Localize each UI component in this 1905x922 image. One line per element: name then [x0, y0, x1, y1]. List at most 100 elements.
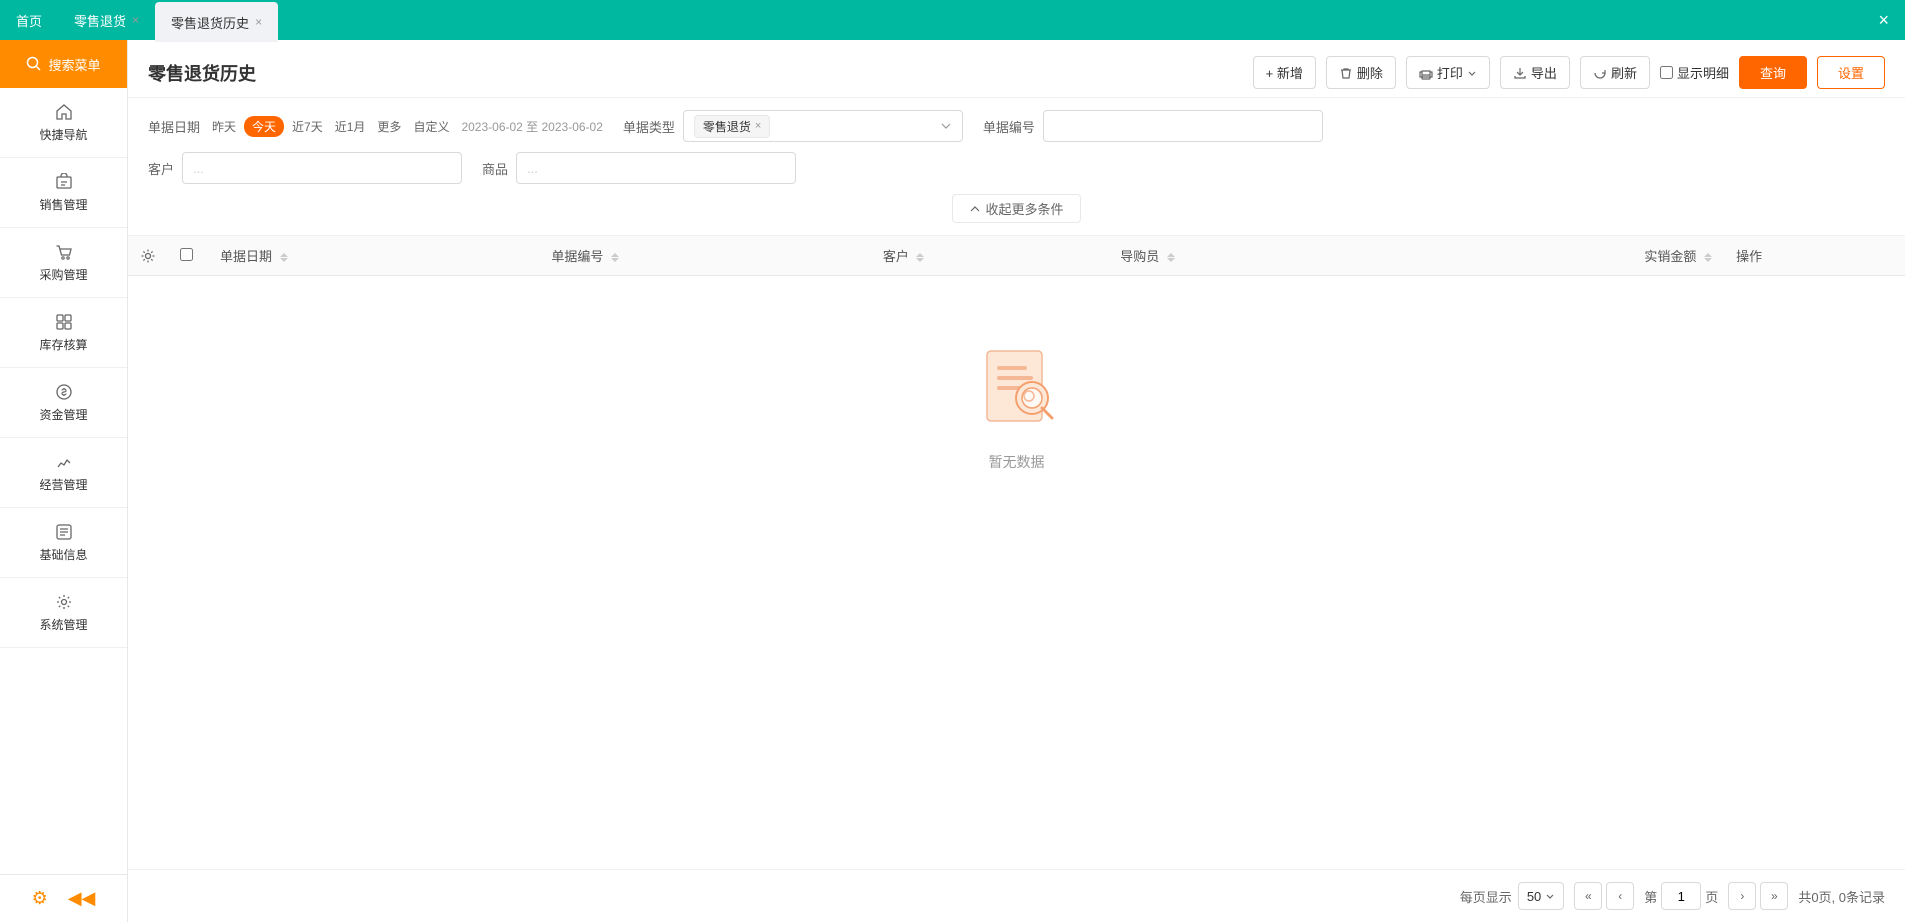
tab-retail-return[interactable]: 零售退货 ×: [58, 0, 155, 40]
number-sort-icon[interactable]: [611, 253, 619, 262]
date-btn-today[interactable]: 今天: [244, 116, 284, 137]
next-page-button[interactable]: ›: [1728, 882, 1756, 910]
sidebar-item-inventory-label: 库存核算: [39, 336, 87, 353]
sidebar-item-system[interactable]: 系统管理: [0, 578, 127, 648]
select-all-checkbox[interactable]: [180, 248, 193, 261]
sidebar-item-system-label: 系统管理: [39, 616, 87, 633]
guide-sort-icon[interactable]: [1167, 253, 1175, 262]
tab-retail-return-close[interactable]: ×: [132, 13, 139, 27]
page-input: 第 页: [1644, 882, 1718, 910]
delete-icon: [1339, 66, 1353, 80]
empty-text: 暂无数据: [989, 452, 1045, 472]
customer-sort-icon[interactable]: [916, 253, 924, 262]
page-number-input[interactable]: [1661, 882, 1701, 910]
gear-button[interactable]: ⚙: [32, 888, 48, 909]
tab-home[interactable]: 首页: [0, 0, 58, 40]
table-header-row: 单据日期 单据编号: [128, 236, 1905, 276]
sidebar: 搜索菜单 快捷导航 销售管理: [0, 40, 128, 922]
new-button[interactable]: + 新增: [1253, 56, 1316, 89]
date-sort-icon[interactable]: [280, 253, 288, 262]
goods-input[interactable]: [516, 152, 796, 184]
th-guide: 导购员: [1108, 236, 1392, 276]
filter-row-2: 客户 商品: [148, 152, 1885, 184]
filter-row-1: 单据日期 昨天 今天 近7天 近1月 更多 自定义 2023-06-02 至 2…: [148, 110, 1885, 142]
sidebar-item-quick-nav[interactable]: 快捷导航: [0, 88, 127, 158]
sidebar-item-purchase-label: 采购管理: [39, 266, 87, 283]
page-actions: + 新增 删除 打印: [1253, 56, 1885, 89]
setting-button[interactable]: 设置: [1817, 56, 1885, 89]
page-size-dropdown[interactable]: 50: [1518, 882, 1564, 910]
top-bar-right: ×: [1878, 10, 1905, 31]
tab-retail-return-history[interactable]: 零售退货历史 ×: [155, 2, 278, 42]
search-icon: [26, 56, 42, 72]
bill-type-filter: 单据类型 零售退货 ×: [623, 110, 963, 142]
first-page-button[interactable]: «: [1574, 882, 1602, 910]
amount-sort-icon[interactable]: [1704, 253, 1712, 262]
sales-icon: [54, 172, 74, 192]
th-amount: 实销金额: [1393, 236, 1724, 276]
export-button[interactable]: 导出: [1500, 56, 1570, 89]
page-title: 零售退货历史: [148, 60, 256, 86]
volume-button[interactable]: ◀◀: [68, 888, 96, 909]
table-settings-icon[interactable]: [140, 248, 156, 264]
delete-button[interactable]: 删除: [1326, 56, 1396, 89]
sidebar-bottom: ⚙ ◀◀: [0, 874, 127, 922]
collapse-icon: [969, 203, 981, 215]
print-button[interactable]: 打印: [1406, 56, 1490, 89]
main-layout: 搜索菜单 快捷导航 销售管理: [0, 40, 1905, 922]
date-btn-7days[interactable]: 近7天: [288, 116, 327, 137]
th-date: 单据日期: [208, 236, 539, 276]
bill-type-select[interactable]: 零售退货 ×: [683, 110, 963, 142]
refresh-button[interactable]: 刷新: [1580, 56, 1650, 89]
show-detail-checkbox[interactable]: 显示明细: [1660, 63, 1729, 82]
date-btn-more[interactable]: 更多: [373, 116, 405, 137]
sidebar-item-operations[interactable]: 经营管理: [0, 438, 127, 508]
page-nav: « ‹: [1574, 882, 1634, 910]
date-filter-label: 单据日期: [148, 117, 200, 136]
print-icon: [1419, 66, 1433, 80]
bill-number-input[interactable]: [1043, 110, 1323, 142]
prev-page-button[interactable]: ‹: [1606, 882, 1634, 910]
page-total: 共0页, 0条记录: [1798, 887, 1885, 906]
sidebar-nav: 快捷导航 销售管理: [0, 88, 127, 874]
page-header: 零售退货历史 + 新增 删除: [128, 40, 1905, 98]
date-btn-1month[interactable]: 近1月: [331, 116, 370, 137]
empty-state: 暂无数据: [128, 276, 1905, 532]
empty-row: 暂无数据: [128, 276, 1905, 533]
last-page-button[interactable]: »: [1760, 882, 1788, 910]
sidebar-item-finance-label: 资金管理: [39, 406, 87, 423]
window-close-button[interactable]: ×: [1878, 10, 1889, 31]
page-container: 零售退货历史 + 新增 删除: [128, 40, 1905, 922]
sidebar-item-basic-info-label: 基础信息: [39, 546, 87, 563]
th-settings: [128, 236, 168, 276]
th-number: 单据编号: [539, 236, 870, 276]
th-checkbox: [168, 236, 208, 276]
page-size-select: 每页显示 50: [1460, 882, 1564, 910]
goods-filter: 商品: [482, 152, 796, 184]
filter-area: 单据日期 昨天 今天 近7天 近1月 更多 自定义 2023-06-02 至 2…: [128, 98, 1905, 236]
query-button[interactable]: 查询: [1739, 56, 1807, 89]
sidebar-item-sales[interactable]: 销售管理: [0, 158, 127, 228]
data-table: 单据日期 单据编号: [128, 236, 1905, 532]
date-range-display: 2023-06-02 至 2023-06-02: [461, 118, 602, 135]
tab-retail-return-history-close[interactable]: ×: [255, 15, 262, 29]
show-detail-input[interactable]: [1660, 66, 1673, 79]
bill-type-tag: 零售退货 ×: [694, 115, 770, 138]
sidebar-item-purchase[interactable]: 采购管理: [0, 228, 127, 298]
print-dropdown-icon: [1467, 68, 1477, 78]
collapse-button[interactable]: 收起更多条件: [952, 194, 1080, 223]
date-btn-custom[interactable]: 自定义: [409, 116, 453, 137]
collapse-row: 收起更多条件: [148, 194, 1885, 223]
customer-input[interactable]: [182, 152, 462, 184]
date-btn-yesterday[interactable]: 昨天: [208, 116, 240, 137]
bill-number-filter: 单据编号: [983, 110, 1323, 142]
export-icon: [1513, 66, 1527, 80]
sidebar-item-inventory[interactable]: 库存核算: [0, 298, 127, 368]
sidebar-search[interactable]: 搜索菜单: [0, 40, 127, 88]
top-bar: 首页 零售退货 × 零售退货历史 × ×: [0, 0, 1905, 40]
table-body: 暂无数据: [128, 276, 1905, 533]
sidebar-item-basic-info[interactable]: 基础信息: [0, 508, 127, 578]
inventory-icon: [54, 312, 74, 332]
bill-type-tag-remove[interactable]: ×: [755, 120, 761, 132]
sidebar-item-finance[interactable]: 资金管理: [0, 368, 127, 438]
